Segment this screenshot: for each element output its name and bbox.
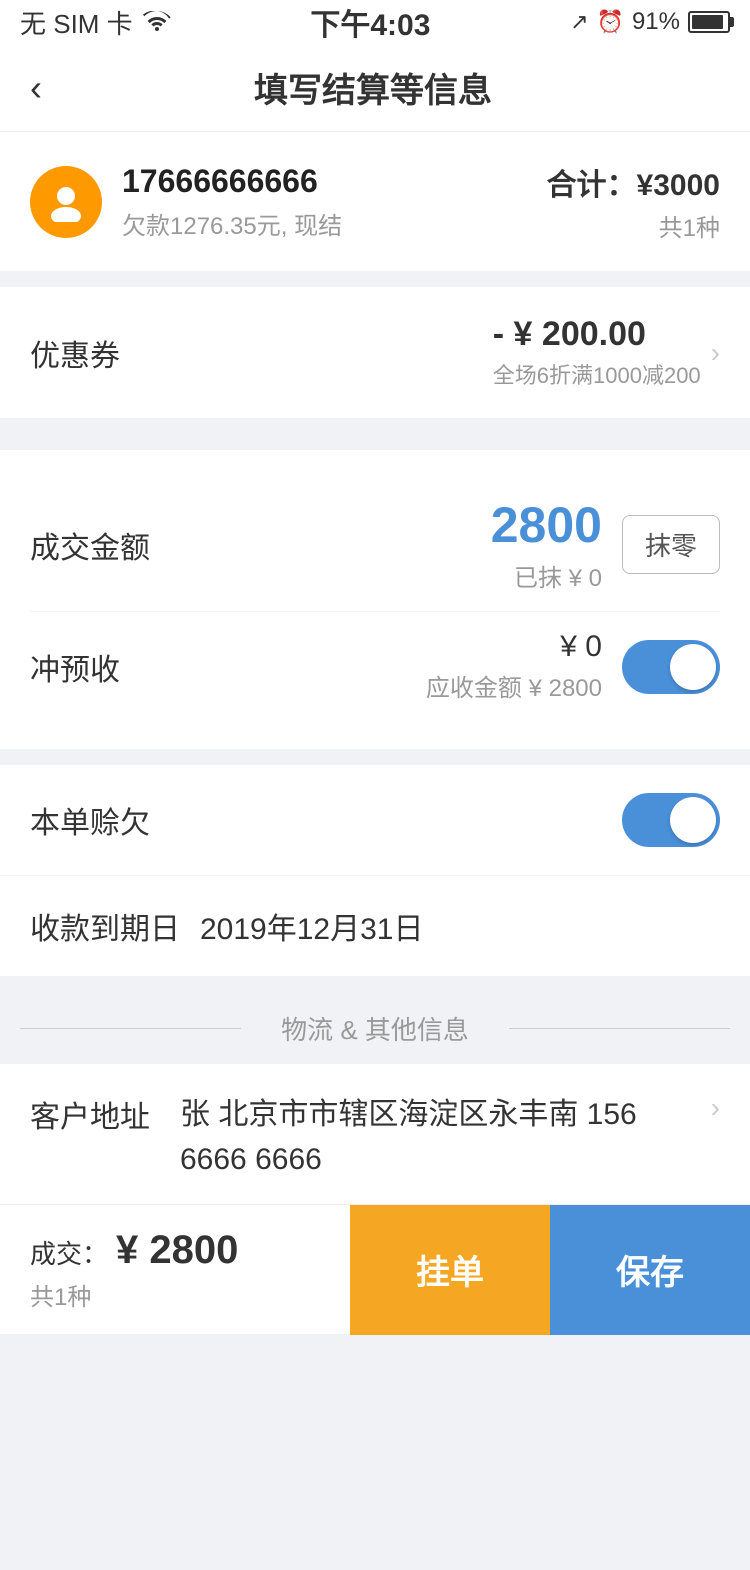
bottom-spacer	[0, 1410, 750, 1570]
user-right: 合计：¥3000 共1种	[547, 160, 720, 243]
carrier-label: 无 SIM 卡	[20, 4, 133, 41]
gray-divider-1	[0, 434, 750, 450]
credit-toggle[interactable]	[622, 793, 720, 847]
battery-icon	[688, 11, 730, 33]
deal-label: 成交金额	[30, 523, 150, 567]
deal-amount-row: 成交金额 2800 已抹 ¥ 0 抹零	[30, 478, 720, 611]
status-right: ↗ ⏰ 91%	[570, 8, 730, 36]
logistics-divider: 物流 & 其他信息	[0, 992, 750, 1064]
status-time: 下午4:03	[310, 0, 430, 44]
coupon-row[interactable]: 优惠券 - ¥ 200.00 全场6折满1000减200 ›	[0, 287, 750, 418]
prepay-amount: ¥ 0	[426, 630, 602, 664]
coupon-discount: - ¥ 200.00	[493, 315, 701, 354]
avatar	[30, 166, 102, 238]
bottom-deal-label: 成交：	[30, 1234, 108, 1271]
prepay-right: ¥ 0 应收金额 ¥ 2800	[426, 630, 720, 703]
coupon-right: - ¥ 200.00 全场6折满1000减200 ›	[493, 315, 720, 390]
bottom-info: 成交： ¥ 2800 共1种	[0, 1228, 350, 1312]
coupon-chevron-icon: ›	[711, 337, 720, 369]
deal-sub: 已抹 ¥ 0	[491, 558, 602, 593]
back-button[interactable]: ‹	[30, 67, 42, 109]
due-date-row: 收款到期日 2019年12月31日	[30, 904, 720, 948]
location-icon: ↗	[570, 9, 588, 35]
credit-section: 本单赊欠	[0, 765, 750, 875]
round-button[interactable]: 抹零	[622, 515, 720, 574]
address-chevron-icon: ›	[711, 1092, 720, 1124]
user-info: 17666666666 欠款1276.35元, 现结	[122, 163, 342, 241]
prepay-amount-col: ¥ 0 应收金额 ¥ 2800	[426, 630, 602, 703]
total-amount: 合计：¥3000	[547, 160, 720, 204]
prepay-toggle[interactable]	[622, 640, 720, 694]
deal-value: 2800	[491, 496, 602, 554]
status-bar: 无 SIM 卡 下午4:03 ↗ ⏰ 91%	[0, 0, 750, 44]
credit-toggle-knob	[670, 797, 716, 843]
gray-divider-3	[0, 976, 750, 992]
address-value: 张 北京市市辖区海淀区永丰南 156 6666 6666	[180, 1092, 711, 1182]
alarm-icon: ⏰	[597, 9, 624, 35]
bottom-bar: 成交： ¥ 2800 共1种 挂单 保存	[0, 1204, 750, 1334]
due-date-section: 收款到期日 2019年12月31日	[0, 875, 750, 976]
bottom-deal-amount: ¥ 2800	[116, 1228, 238, 1273]
divider-text: 物流 & 其他信息	[281, 1010, 469, 1047]
coupon-detail: 全场6折满1000减200	[493, 358, 701, 390]
total-count: 共1种	[547, 208, 720, 243]
gray-divider-2	[0, 749, 750, 765]
nav-bar: ‹ 填写结算等信息	[0, 44, 750, 132]
deal-right: 2800 已抹 ¥ 0 抹零	[491, 496, 720, 593]
divider-line-left	[20, 1028, 241, 1029]
prepay-label: 冲预收	[30, 645, 120, 689]
bottom-deal-row: 成交： ¥ 2800	[30, 1228, 320, 1273]
due-date-value: 2019年12月31日	[200, 904, 423, 948]
page-title: 填写结算等信息	[62, 63, 684, 112]
divider-line-right	[509, 1028, 730, 1029]
prepay-sub: 应收金额 ¥ 2800	[426, 668, 602, 703]
user-debt: 欠款1276.35元, 现结	[122, 206, 342, 241]
address-label: 客户地址	[30, 1092, 150, 1136]
prepay-row: 冲预收 ¥ 0 应收金额 ¥ 2800	[30, 611, 720, 721]
hang-button[interactable]: 挂单	[350, 1205, 550, 1335]
bottom-count: 共1种	[30, 1277, 320, 1312]
wifi-icon	[143, 7, 171, 38]
deal-value-col: 2800 已抹 ¥ 0	[491, 496, 602, 593]
amount-section: 成交金额 2800 已抹 ¥ 0 抹零 冲预收 ¥ 0 应收金额 ¥ 2800	[0, 450, 750, 749]
due-date-label: 收款到期日	[30, 904, 180, 948]
credit-label: 本单赊欠	[30, 798, 150, 842]
save-button[interactable]: 保存	[550, 1205, 750, 1335]
status-left: 无 SIM 卡	[20, 4, 171, 41]
coupon-discount-col: - ¥ 200.00 全场6折满1000减200	[493, 315, 701, 390]
toggle-knob	[670, 644, 716, 690]
user-card: 17666666666 欠款1276.35元, 现结 合计：¥3000 共1种	[0, 132, 750, 271]
address-section[interactable]: 客户地址 张 北京市市辖区海淀区永丰南 156 6666 6666 ›	[0, 1064, 750, 1210]
battery-label: 91%	[632, 8, 680, 36]
coupon-label: 优惠券	[30, 331, 120, 375]
user-left: 17666666666 欠款1276.35元, 现结	[30, 163, 342, 241]
user-phone: 17666666666	[122, 163, 342, 200]
